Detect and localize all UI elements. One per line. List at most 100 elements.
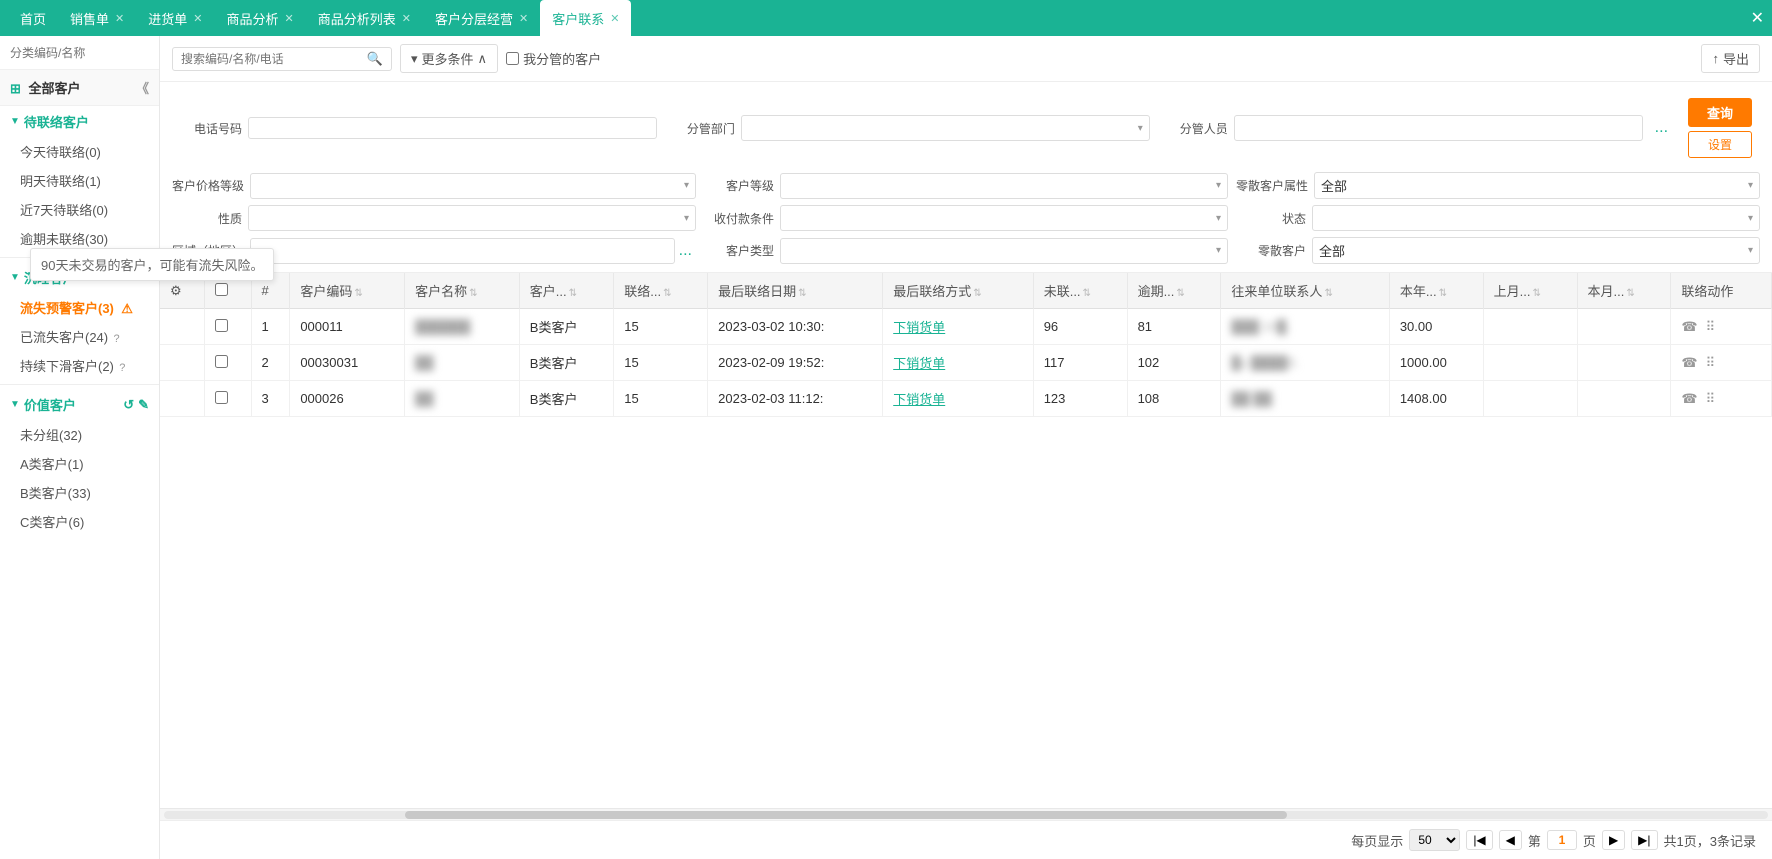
th-last-way[interactable]: 最后联络方式⇅ [883,273,1034,309]
more-icon[interactable]: ⠿ [1706,355,1716,371]
total-info: 共1页，3条记录 [1664,831,1756,850]
filter-person-select[interactable] [1234,115,1643,141]
tab-purchase[interactable]: 进货单 ✕ [136,0,214,36]
th-code[interactable]: 客户编码⇅ [290,273,405,309]
contact-icon[interactable]: ☎ [1681,319,1697,335]
prev-page-btn[interactable]: ◀ [1499,830,1522,850]
row-checkbox[interactable] [215,391,228,404]
last-way-link[interactable]: 下销货单 [893,356,945,371]
sidebar-item-class-a[interactable]: A类客户(1) [0,449,159,478]
tab-sales[interactable]: 销售单 ✕ [58,0,136,36]
filter-zero-customer: 零散客户 全部 ▾ [1236,237,1760,264]
sort-icon-last-date: ⇅ [798,288,806,299]
tab-customer-layer[interactable]: 客户分层经营 ✕ [423,0,540,36]
filter-gender-select[interactable]: ▾ [248,205,696,231]
next-page-btn[interactable]: ▶ [1602,830,1625,850]
sidebar-item-declining[interactable]: 持续下滑客户(2) ? [0,351,159,380]
more-icon[interactable]: ⠿ [1706,319,1716,335]
sidebar-item-class-b[interactable]: B类客户(33) [0,478,159,507]
close-icon[interactable]: ✕ [402,12,411,25]
last-way-link[interactable]: 下销货单 [893,320,945,335]
filter-status-select[interactable]: ▾ [1312,205,1760,231]
help-icon: ? [113,333,119,345]
my-customers-checkbox[interactable] [506,52,519,65]
more-conditions-btn[interactable]: ▾ 更多条件 ∧ [400,44,498,73]
last-page-btn[interactable]: ▶| [1631,830,1657,850]
th-type[interactable]: 客户...⇅ [519,273,613,309]
tab-home[interactable]: 首页 [8,0,58,36]
refresh-icon[interactable]: ↺ [123,397,134,413]
td-last-way[interactable]: 下销货单 [883,381,1034,417]
toolbar-search-icon[interactable]: 🔍 [367,51,383,67]
sidebar-item-7days[interactable]: 近7天待联络(0) [0,195,159,224]
sidebar-item-class-c[interactable]: C类客户(6) [0,507,159,536]
edit-icon[interactable]: ✎ [138,397,149,413]
scrollbar-thumb[interactable] [405,811,1287,819]
filter-customer-type-select[interactable]: ▾ [780,238,1228,264]
close-icon[interactable]: ✕ [193,12,202,25]
filter-dots-1[interactable]: ... [1651,119,1672,137]
row-checkbox[interactable] [215,319,228,332]
th-last-date[interactable]: 最后联络日期⇅ [708,273,883,309]
th-no-contact[interactable]: 未联...⇅ [1033,273,1127,309]
close-icon[interactable]: ✕ [285,12,294,25]
th-overdue[interactable]: 逾期...⇅ [1127,273,1221,309]
my-customers-checkbox-label[interactable]: 我分管的客户 [506,49,601,68]
toolbar-search-input[interactable] [181,52,367,66]
close-icon[interactable]: ✕ [519,12,528,25]
content-area: 🔍 ▾ 更多条件 ∧ 我分管的客户 ↑ 导出 电话号码 [160,36,1772,859]
action-buttons: 查询 设置 [1680,90,1760,166]
contact-icon[interactable]: ☎ [1681,355,1697,371]
filter-price-grade-select[interactable]: ▾ [250,173,696,199]
th-this-year[interactable]: 本年...⇅ [1389,273,1483,309]
sidebar-item-tomorrow[interactable]: 明天待联络(1) [0,166,159,195]
close-icon[interactable]: ✕ [610,12,619,25]
per-page-select[interactable]: 50 100 [1409,829,1460,851]
page-number-input[interactable] [1547,830,1577,850]
close-icon[interactable]: ✕ [115,12,124,25]
sidebar-item-churn-warning[interactable]: 流失预警客户(3) ⚠ [0,293,159,322]
last-way-link[interactable]: 下销货单 [893,392,945,407]
filter-department-select[interactable]: ▾ [741,115,1150,141]
tab-customer-contact[interactable]: 客户联系 ✕ [540,0,631,36]
sidebar-all-customers[interactable]: ⊞ 全部客户 《 [0,70,159,106]
tab-product-analysis[interactable]: 商品分析 ✕ [214,0,305,36]
sidebar-item-today[interactable]: 今天待联络(0) [0,137,159,166]
filter-phone-input[interactable] [248,117,657,139]
th-this-month[interactable]: 本月...⇅ [1577,273,1671,309]
pagination: 每页显示 50 100 |◀ ◀ 第 页 ▶ ▶| 共1页，3条记录 [160,820,1772,859]
filter-payment-select[interactable]: ▾ [780,205,1228,231]
contact-icon[interactable]: ☎ [1681,391,1697,407]
filter-dots-region[interactable]: ... [675,242,696,260]
sidebar-collapse-icon[interactable]: 《 [136,78,149,97]
th-last-month[interactable]: 上月...⇅ [1483,273,1577,309]
filter-zero-customer-select[interactable]: 全部 ▾ [1312,237,1760,264]
th-name[interactable]: 客户名称⇅ [405,273,520,309]
filter-region-select[interactable] [250,238,675,264]
sidebar-item-ungroup[interactable]: 未分组(32) [0,420,159,449]
filter-row-1: 电话号码 分管部门 ▾ 分管人员 ... [172,90,1760,166]
select-all-checkbox[interactable] [215,283,228,296]
sidebar-item-churned[interactable]: 已流失客户(24) ? [0,322,159,351]
filter-zero-attr-select[interactable]: 全部 ▾ [1314,172,1760,199]
query-button[interactable]: 查询 [1688,98,1752,127]
sidebar-group-value-title[interactable]: ▼ 价值客户 ↺ ✎ [0,389,159,420]
first-page-btn[interactable]: |◀ [1466,830,1492,850]
setting-button[interactable]: 设置 [1688,131,1752,158]
td-action: ☎ ⠿ [1671,309,1772,345]
filter-icon: ▾ [411,51,418,67]
row-checkbox[interactable] [215,355,228,368]
export-btn[interactable]: ↑ 导出 [1701,44,1760,73]
sidebar-search-input[interactable] [10,46,160,60]
td-last-way[interactable]: 下销货单 [883,345,1034,381]
th-unit-contact[interactable]: 往来单位联系人⇅ [1221,273,1389,309]
tab-product-analysis-list[interactable]: 商品分析列表 ✕ [306,0,423,36]
sidebar-group-pending-title[interactable]: ▼ 待联络客户 [0,106,159,137]
th-contact[interactable]: 联络...⇅ [614,273,708,309]
horizontal-scrollbar[interactable] [160,808,1772,820]
window-close-button[interactable]: ✕ [1751,8,1764,28]
filter-customer-grade: 客户等级 ▾ [704,173,1228,199]
filter-customer-grade-select[interactable]: ▾ [780,173,1228,199]
td-last-way[interactable]: 下销货单 [883,309,1034,345]
more-icon[interactable]: ⠿ [1706,391,1716,407]
